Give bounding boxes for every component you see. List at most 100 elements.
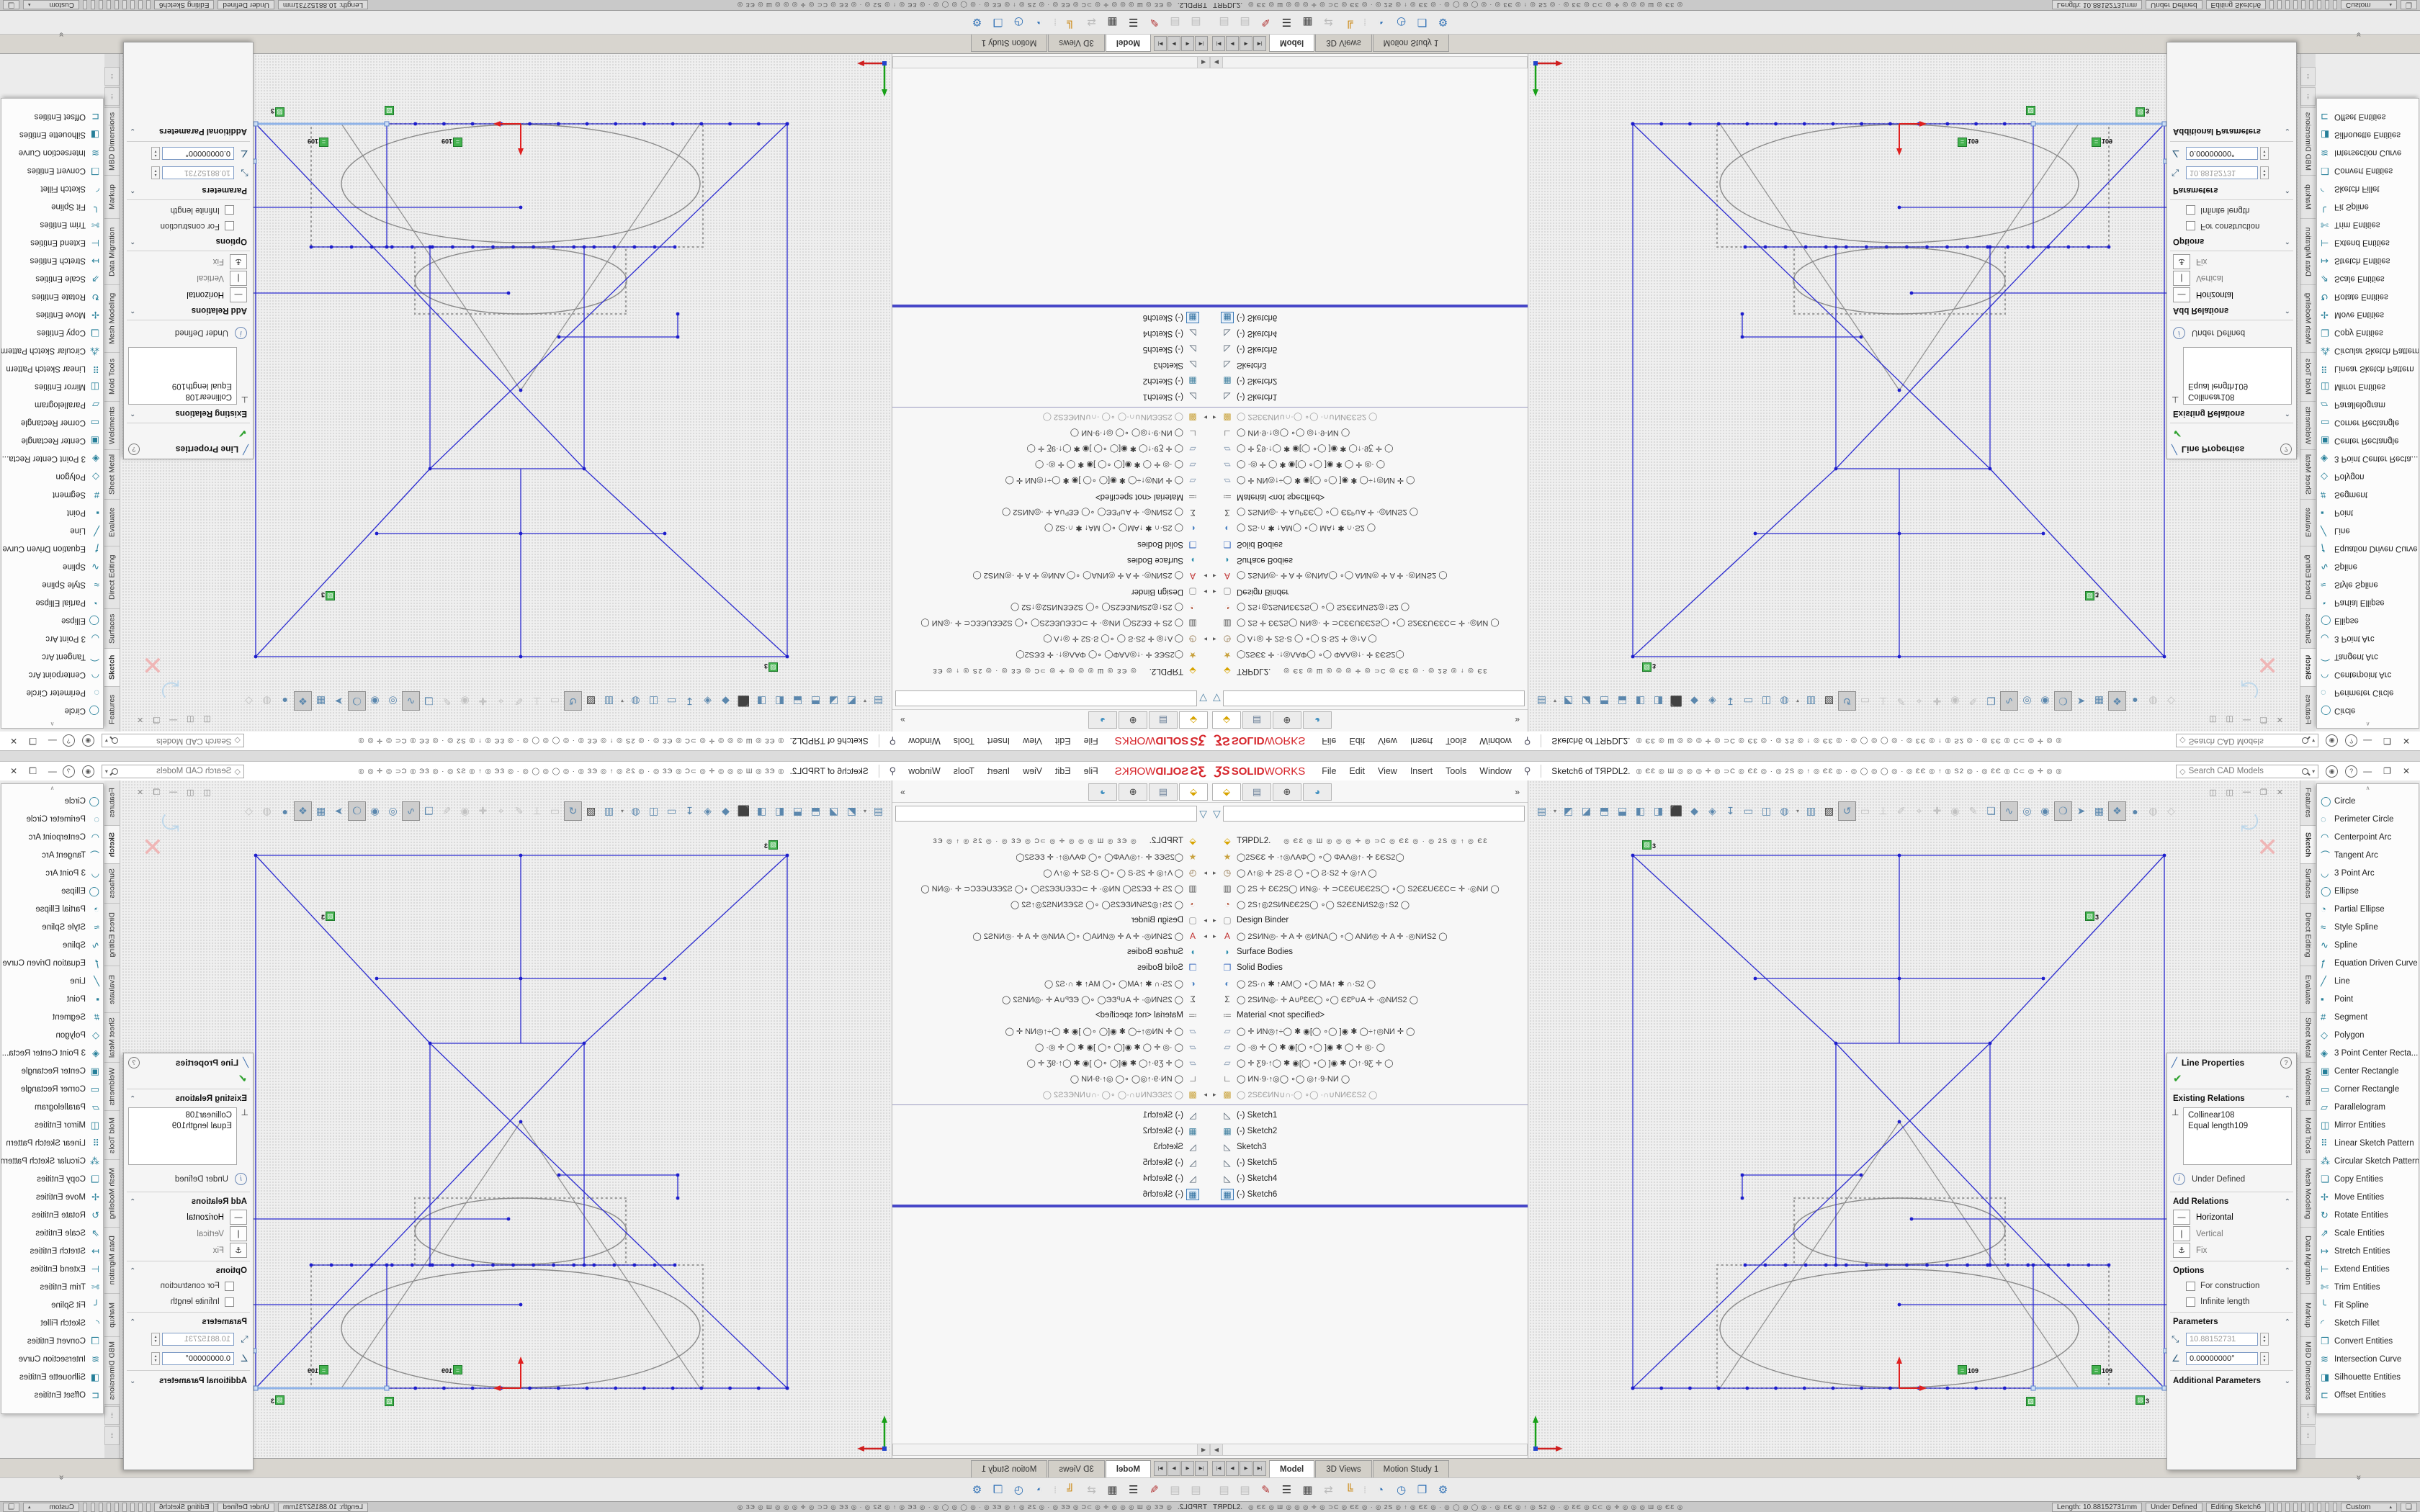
flyout-item-line[interactable]: ╱Line bbox=[2317, 972, 2419, 990]
view-toolbar-icon[interactable]: ▥ bbox=[1802, 801, 1820, 821]
tab-mbd-dimensions[interactable]: MBD Dimensions bbox=[104, 107, 120, 175]
relation-button-horizontal[interactable]: —Horizontal bbox=[2167, 287, 2296, 303]
tab-3d-views[interactable]: 3D Views bbox=[1048, 35, 1104, 52]
tree-row[interactable]: ▱◯ ✛ Ƹ9·↑◯ ✱ ◉[◯ ∘◯ ]◉ ✱ ◯↑·9Ƹ ✛ ◯ bbox=[1210, 441, 1528, 457]
tabs-overflow-icon[interactable]: ⁞ bbox=[104, 87, 120, 106]
flyout-item-segment[interactable]: #Segment bbox=[2317, 486, 2419, 504]
help-icon[interactable]: ? bbox=[2345, 735, 2357, 747]
flyout-item-tangent-arc[interactable]: ⌒Tangent Arc bbox=[2317, 648, 2419, 666]
tabs-overflow-icon[interactable]: ⁞ bbox=[2300, 1426, 2316, 1445]
exit-sketch-icon[interactable]: ⤾ bbox=[161, 675, 179, 700]
status-units-icon[interactable]: ❏ bbox=[3, 1503, 19, 1512]
status-custom[interactable]: Custom▴ bbox=[23, 1, 79, 10]
flyout-item-move-entities[interactable]: ✢Move Entities bbox=[1, 306, 103, 324]
view-toolbar-icon[interactable]: ◩ bbox=[1559, 801, 1577, 821]
view-toolbar-icon[interactable]: ▾ bbox=[1551, 801, 1559, 821]
flyout-scroll-up-icon[interactable]: ∧ bbox=[1, 720, 103, 728]
relation-entry[interactable]: Collinear108 bbox=[2188, 391, 2287, 402]
flyout-item-spline[interactable]: ∿Spline bbox=[2317, 558, 2419, 576]
flyout-item-convert-entities[interactable]: ❒Convert Entities bbox=[1, 1332, 103, 1350]
tree-row[interactable]: ▱◯ ·◎ ✛ ◯ ✱ ◉[◯ ∘◯ ]◉ ✱ ◯ ✛ ◎· ◯ bbox=[1210, 1039, 1528, 1055]
view-toolbar-icon[interactable]: ⬒ bbox=[1595, 691, 1613, 711]
expand-icon[interactable]: ▸ bbox=[1213, 572, 1222, 580]
mdi-close-icon[interactable]: ✕ bbox=[2277, 715, 2283, 724]
tree-row[interactable]: ❐Solid Bodies bbox=[892, 960, 1210, 976]
spinner[interactable]: ▲▼ bbox=[151, 148, 160, 161]
flyout-item-equation-driven-curve[interactable]: ƒEquation Driven Curve bbox=[1, 540, 103, 558]
mdi-close-icon[interactable]: ✕ bbox=[137, 788, 143, 797]
tree-row[interactable]: ★◯2SЄƐ ✛ ·↑◎ΛΑΦ◯ ∘◯ ΦΑΛ◎↑· ✛ ƐЄS2◯ bbox=[892, 849, 1210, 865]
menu-file[interactable]: File bbox=[1322, 766, 1336, 776]
flyout-item-ellipse[interactable]: ◯Ellipse bbox=[2317, 882, 2419, 900]
rollback-bar[interactable] bbox=[1210, 1205, 1528, 1207]
flyout-item-extend-entities[interactable]: ⊢Extend Entities bbox=[1, 1260, 103, 1278]
spinner[interactable]: ▲▼ bbox=[151, 1333, 160, 1346]
lower-toolbar-icon[interactable]: ✎ bbox=[1256, 1480, 1276, 1499]
fix-icon[interactable]: ⚓ bbox=[230, 1243, 247, 1258]
flyout-item-move-entities[interactable]: ✢Move Entities bbox=[2317, 1188, 2419, 1206]
flyout-item-corner-rectangle[interactable]: ▭Corner Rectangle bbox=[2317, 1080, 2419, 1098]
tree-row[interactable]: ❐Solid Bodies bbox=[1210, 960, 1528, 976]
view-toolbar-icon[interactable]: ⌖ bbox=[1910, 801, 1928, 821]
checkbox[interactable] bbox=[2186, 1297, 2195, 1307]
menu-view[interactable]: View bbox=[1378, 766, 1397, 776]
view-toolbar-icon[interactable]: ✐ bbox=[510, 691, 528, 711]
view-toolbar-icon[interactable]: ▦ bbox=[312, 801, 330, 821]
tree-row[interactable]: ◺(-) Sketch1 bbox=[1210, 1107, 1528, 1123]
flyout-item-spline[interactable]: ∿Spline bbox=[1, 936, 103, 954]
tree-row[interactable]: ∟◯ ИΝ·9·↑◎◯ ∘◯ ◎↑·9·ΝИ ◯ bbox=[892, 1071, 1210, 1086]
view-toolbar-icon[interactable]: ⬛ bbox=[735, 801, 753, 821]
collapse-icon[interactable]: ⌃ bbox=[130, 1095, 135, 1103]
tree-row[interactable]: ▸▩◯ 2SƐЄИΝ∪∩·◯ ∘◯ ·∩∪ΝИЄƐS2 ◯ bbox=[892, 410, 1210, 426]
flyout-item-polygon[interactable]: ◇Polygon bbox=[1, 468, 103, 486]
menu-file[interactable]: File bbox=[1084, 736, 1098, 746]
mdi-prev-icon[interactable]: ◫ bbox=[2209, 715, 2216, 724]
checkbox[interactable] bbox=[2186, 222, 2195, 231]
tree-row[interactable]: ▥◯ 2S ✛ ƐЄ2S◯ ИΝ◎· ✛ ⊃CƐЄUƐЄ2S◯ ∘◯ S2ЄƐU… bbox=[892, 881, 1210, 896]
flyout-item-mirror-entities[interactable]: ◫Mirror Entities bbox=[1, 378, 103, 396]
flyout-item-fit-spline[interactable]: ╰Fit Spline bbox=[2317, 198, 2419, 216]
lower-toolbar-icon[interactable]: ◷ bbox=[1392, 1480, 1411, 1499]
tree-row[interactable]: ∟◯ ИΝ·9·↑◎◯ ∘◯ ◎↑·9·ΝИ ◯ bbox=[892, 426, 1210, 441]
relation-button-vertical[interactable]: ❘Vertical bbox=[2167, 1225, 2296, 1242]
collapse-icon[interactable]: ⌃ bbox=[2285, 410, 2290, 418]
lower-toolbar-icon[interactable]: ◔ bbox=[1371, 1480, 1390, 1499]
expand-icon[interactable]: ▸ bbox=[1198, 869, 1207, 877]
tree-row[interactable]: ▱◯ ✛ ИΝ◎↑÷◯ ✱ ◉[◯ ∘◯ ]◉ ✱ ◯÷↑◎ΝИ ✛ ◯ bbox=[1210, 1023, 1528, 1039]
menu-insert[interactable]: Insert bbox=[1410, 766, 1433, 776]
view-toolbar-icon[interactable]: ◆ bbox=[1685, 691, 1703, 711]
flyout-item-circle[interactable]: ◯Circle bbox=[2317, 702, 2419, 720]
view-toolbar-icon[interactable]: ◩ bbox=[843, 691, 861, 711]
tabs-overflow-icon[interactable]: ⁞ bbox=[104, 1406, 120, 1425]
view-toolbar-icon[interactable]: ❖ bbox=[2108, 801, 2126, 821]
view-toolbar-icon[interactable]: ◧ bbox=[1631, 801, 1649, 821]
flyout-item-offset-entities[interactable]: ⊏Offset Entities bbox=[1, 1386, 103, 1404]
tree-row[interactable]: ◺(-) Sketch4 bbox=[892, 1171, 1210, 1187]
tree-row[interactable]: ▸A◯ 2SИΝ◎· ✛ Α ✛ ◎ИΝΑ◯ ∘◯ ΑΝИ◎ ✛ Α ✛ ·◎Ν… bbox=[1210, 568, 1528, 584]
tree-tabs-overflow-icon[interactable]: » bbox=[900, 716, 905, 726]
lower-toolbar-icon[interactable]: ▤ bbox=[1165, 1480, 1185, 1499]
view-toolbar-icon[interactable]: ↧ bbox=[681, 691, 699, 711]
tab-sheet-metal[interactable]: Sheet Metal bbox=[2300, 1013, 2316, 1063]
tree-row[interactable]: ◗Surface Bodies bbox=[1210, 944, 1528, 960]
relation-button-vertical[interactable]: ❘Vertical bbox=[124, 1225, 253, 1242]
view-toolbar-icon[interactable]: ➤ bbox=[2072, 801, 2090, 821]
option-for-construction[interactable]: For construction bbox=[2167, 1278, 2296, 1294]
view-toolbar-icon[interactable]: ◫ bbox=[645, 801, 663, 821]
parameter-field[interactable]: 10.88152731 bbox=[162, 167, 234, 180]
collapse-icon[interactable]: ⌃ bbox=[2285, 186, 2290, 194]
flyout-item-convert-entities[interactable]: ❒Convert Entities bbox=[2317, 162, 2419, 180]
lower-toolbar-icon[interactable]: ❐ bbox=[988, 13, 1008, 32]
tabs-overflow-icon[interactable]: ⁞ bbox=[2300, 67, 2316, 86]
view-toolbar-icon[interactable]: ◍ bbox=[2144, 691, 2162, 711]
flyout-scroll-down-icon[interactable]: » bbox=[2354, 1475, 2364, 1480]
view-toolbar-icon[interactable]: ▨ bbox=[582, 801, 600, 821]
flyout-item-intersection-curve[interactable]: ≋Intersection Curve bbox=[1, 144, 103, 162]
view-toolbar-icon[interactable]: ◫ bbox=[645, 691, 663, 711]
tab-data-migration[interactable]: Data Migration bbox=[104, 218, 120, 284]
tab-markup[interactable]: Markup bbox=[104, 1294, 120, 1337]
view-toolbar-icon[interactable]: ● bbox=[2126, 691, 2144, 711]
flyout-item-centerpoint-arc[interactable]: ◠Centerpoint Arc bbox=[2317, 666, 2419, 684]
view-toolbar-icon[interactable]: ◈ bbox=[699, 801, 717, 821]
tab-direct-editing[interactable]: Direct Editing bbox=[2300, 546, 2316, 608]
